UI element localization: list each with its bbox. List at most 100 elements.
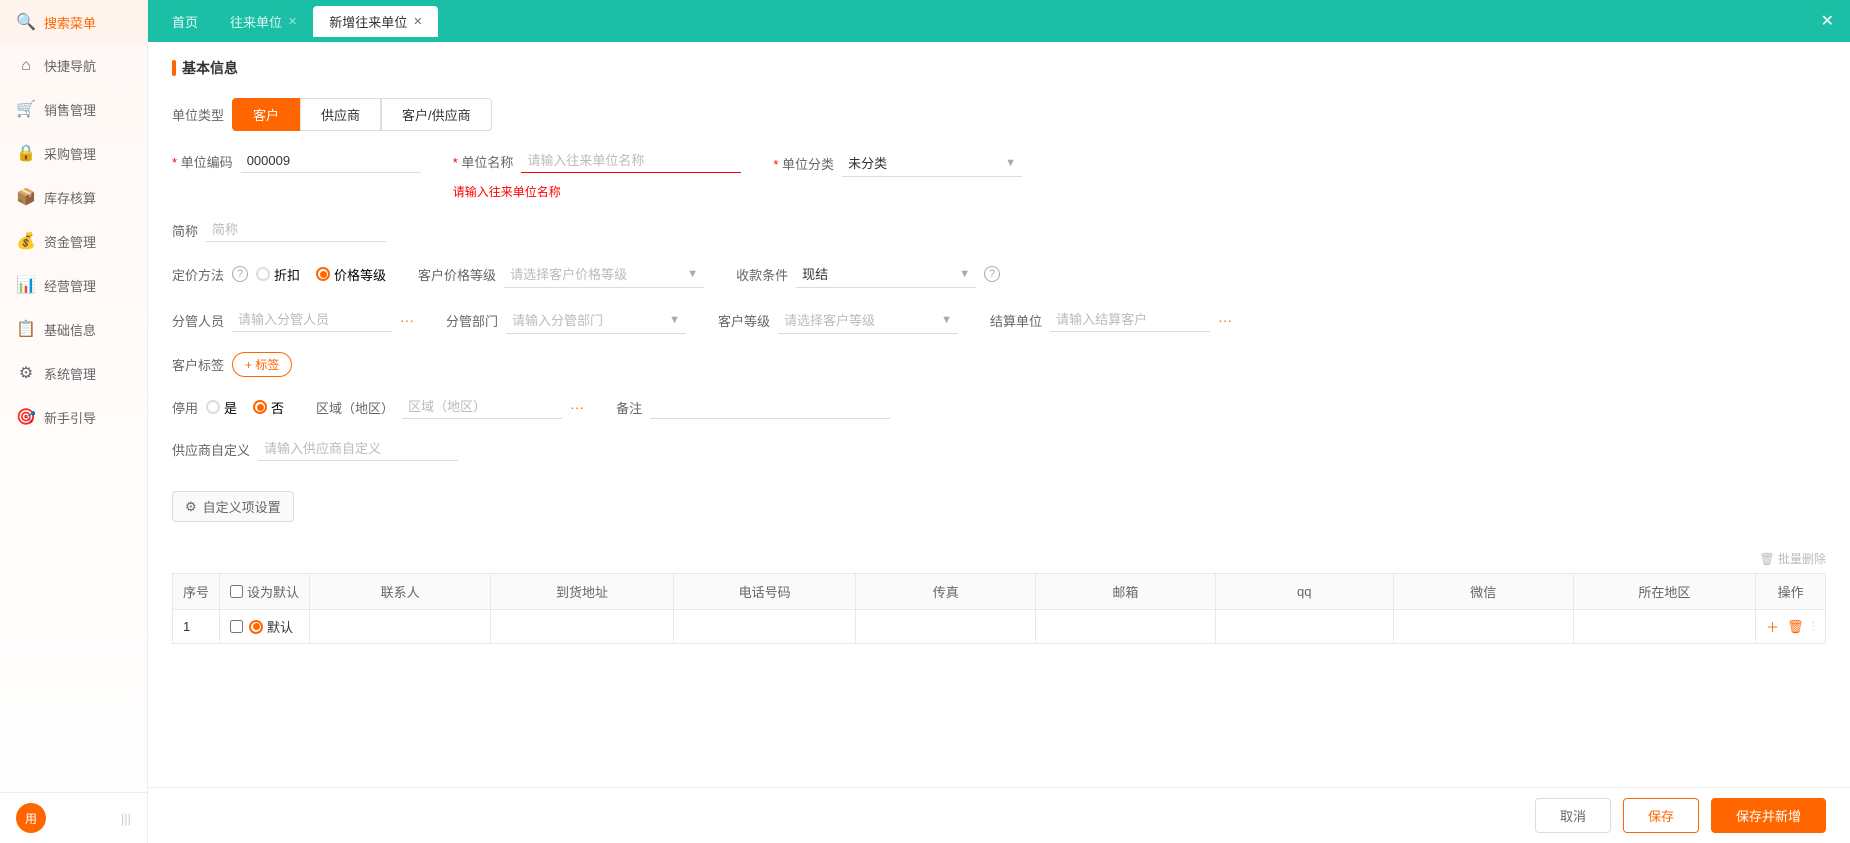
department-label: 分管部门 xyxy=(446,311,498,330)
tab-new-contact[interactable]: 新增往来单位 ✕ xyxy=(313,6,438,37)
pricing-level-radio[interactable]: 价格等级 xyxy=(316,265,386,284)
cancel-button[interactable]: 取消 xyxy=(1535,798,1611,833)
cell-contact[interactable] xyxy=(310,610,491,644)
sidebar-item-system[interactable]: ⚙ 系统管理 xyxy=(0,351,147,395)
save-button[interactable]: 保存 xyxy=(1623,798,1699,833)
code-name-row: 单位编码 单位名称 请输入往来单位名称 单位分类 未分类 ▼ xyxy=(172,149,1826,200)
cell-wechat[interactable] xyxy=(1393,610,1573,644)
short-name-input[interactable] xyxy=(206,218,386,242)
region-more-icon[interactable]: ··· xyxy=(570,399,584,415)
manager-input[interactable] xyxy=(232,308,392,332)
supplier-custom-input[interactable] xyxy=(258,437,458,461)
phone-input[interactable] xyxy=(684,619,846,634)
short-name-label: 简称 xyxy=(172,221,198,240)
unit-type-label: 单位类型 xyxy=(172,105,224,124)
select-all-checkbox[interactable] xyxy=(230,585,243,598)
disabled-no-circle xyxy=(253,400,267,414)
pricing-help-icon[interactable]: ? xyxy=(232,266,248,282)
type-customer-button[interactable]: 客户 xyxy=(232,98,300,131)
address-input[interactable] xyxy=(501,619,663,634)
manager-more-icon[interactable]: ··· xyxy=(400,312,414,328)
region-input[interactable] xyxy=(402,395,562,419)
search-icon: 🔍 xyxy=(16,12,36,32)
unit-name-input[interactable] xyxy=(521,149,741,173)
cell-fax[interactable] xyxy=(856,610,1036,644)
sidebar-item-finance[interactable]: 💰 资金管理 xyxy=(0,219,147,263)
system-icon: ⚙ xyxy=(16,363,36,383)
disabled-no-radio[interactable]: 否 xyxy=(253,398,284,417)
tabbar-close-all[interactable]: ✕ xyxy=(1813,7,1842,35)
disabled-yes-radio[interactable]: 是 xyxy=(206,398,237,417)
type-supplier-button[interactable]: 供应商 xyxy=(300,98,381,131)
pricing-discount-radio[interactable]: 折扣 xyxy=(256,265,300,284)
sidebar: 🔍 搜索菜单 ⌂ 快捷导航 🛒 销售管理 🔒 采购管理 📦 库存核算 💰 资金管… xyxy=(0,0,148,843)
fax-input[interactable] xyxy=(866,619,1025,634)
col-default: 设为默认 xyxy=(220,574,310,610)
settlement-input[interactable] xyxy=(1050,308,1210,332)
cell-region[interactable] xyxy=(1573,610,1756,644)
col-contact: 联系人 xyxy=(310,574,491,610)
supplier-custom-row: 供应商自定义 xyxy=(172,437,1826,461)
sidebar-item-guide[interactable]: 🎯 新手引导 xyxy=(0,395,147,439)
unit-name-label: 单位名称 xyxy=(453,152,514,171)
sidebar-item-search[interactable]: 🔍 搜索菜单 xyxy=(0,0,147,44)
col-region: 所在地区 xyxy=(1573,574,1756,610)
row-checkbox[interactable] xyxy=(230,620,243,633)
sidebar-item-inventory[interactable]: 📦 库存核算 xyxy=(0,175,147,219)
contact-input[interactable] xyxy=(320,619,480,634)
cell-default: 默认 xyxy=(220,610,310,644)
payment-terms-select[interactable]: 现结 ▼ xyxy=(796,260,976,288)
tab-home[interactable]: 首页 xyxy=(156,6,214,37)
unit-category-chevron: ▼ xyxy=(1005,157,1016,169)
delete-row-icon[interactable]: 🗑 xyxy=(1787,619,1804,635)
custom-settings-button[interactable]: ⚙ 自定义项设置 xyxy=(172,491,294,522)
manager-field: 分管人员 ··· xyxy=(172,308,414,332)
save-new-button[interactable]: 保存并新增 xyxy=(1711,798,1826,833)
operations-icon: 📊 xyxy=(16,275,36,295)
batch-delete-icon: 🗑 xyxy=(1759,552,1774,566)
sidebar-item-basic[interactable]: 📋 基础信息 xyxy=(0,307,147,351)
qq-input[interactable] xyxy=(1226,619,1383,634)
sidebar-bar-icon: ||| xyxy=(121,811,131,826)
unit-code-input[interactable] xyxy=(241,149,421,173)
add-tag-button[interactable]: + 标签 xyxy=(232,352,292,377)
default-radio[interactable]: 默认 xyxy=(249,617,293,636)
settlement-label: 结算单位 xyxy=(990,311,1042,330)
disabled-label: 停用 xyxy=(172,398,198,417)
email-input[interactable] xyxy=(1046,619,1205,634)
pricing-radio-group: 折扣 价格等级 xyxy=(256,265,386,284)
cell-address[interactable] xyxy=(491,610,674,644)
table-header: 序号 设为默认 联系人 到货地址 电话号码 传真 邮箱 qq xyxy=(173,574,1826,610)
cell-qq[interactable] xyxy=(1215,610,1393,644)
wechat-input[interactable] xyxy=(1404,619,1563,634)
table-row: 1 默认 xyxy=(173,610,1826,644)
region-table-input[interactable] xyxy=(1584,619,1746,634)
sidebar-item-operations[interactable]: 📊 经营管理 xyxy=(0,263,147,307)
tab-contacts[interactable]: 往来单位 ✕ xyxy=(214,6,313,37)
tab-contacts-close[interactable]: ✕ xyxy=(288,15,297,28)
form-content: 基本信息 单位类型 客户 供应商 客户/供应商 单位编码 单位名称 xyxy=(148,42,1850,787)
customer-level-select[interactable]: 请选择客户等级 ▼ xyxy=(778,306,958,334)
settlement-more-icon[interactable]: ··· xyxy=(1218,312,1232,328)
sidebar-item-purchase[interactable]: 🔒 采购管理 xyxy=(0,131,147,175)
type-both-button[interactable]: 客户/供应商 xyxy=(381,98,492,131)
sidebar-item-shortcuts[interactable]: ⌂ 快捷导航 xyxy=(0,44,147,87)
tab-new-contact-close[interactable]: ✕ xyxy=(413,15,422,28)
remarks-input[interactable] xyxy=(650,395,890,419)
sidebar-item-sales[interactable]: 🛒 销售管理 xyxy=(0,87,147,131)
cell-action: ＋ 🗑 ⫶ xyxy=(1756,610,1826,644)
footer: 取消 保存 保存并新增 xyxy=(148,787,1850,843)
pricing-discount-circle xyxy=(256,267,270,281)
unit-category-select[interactable]: 未分类 ▼ xyxy=(842,149,1022,177)
cell-phone[interactable] xyxy=(673,610,856,644)
batch-delete-button[interactable]: 🗑 批量删除 xyxy=(1759,550,1826,567)
customer-price-select[interactable]: 请选择客户价格等级 ▼ xyxy=(504,260,704,288)
customer-price-field: 客户价格等级 请选择客户价格等级 ▼ xyxy=(418,260,704,288)
cell-email[interactable] xyxy=(1036,610,1216,644)
add-row-icon[interactable]: ＋ xyxy=(1766,617,1779,636)
main-area: 首页 往来单位 ✕ 新增往来单位 ✕ ✕ 基本信息 单位类型 客户 供应商 客户… xyxy=(148,0,1850,843)
department-select[interactable]: 请输入分管部门 ▼ xyxy=(506,306,686,334)
section-bar xyxy=(172,60,176,76)
payment-help-icon[interactable]: ? xyxy=(984,266,1000,282)
pricing-method-label: 定价方法 xyxy=(172,265,224,284)
